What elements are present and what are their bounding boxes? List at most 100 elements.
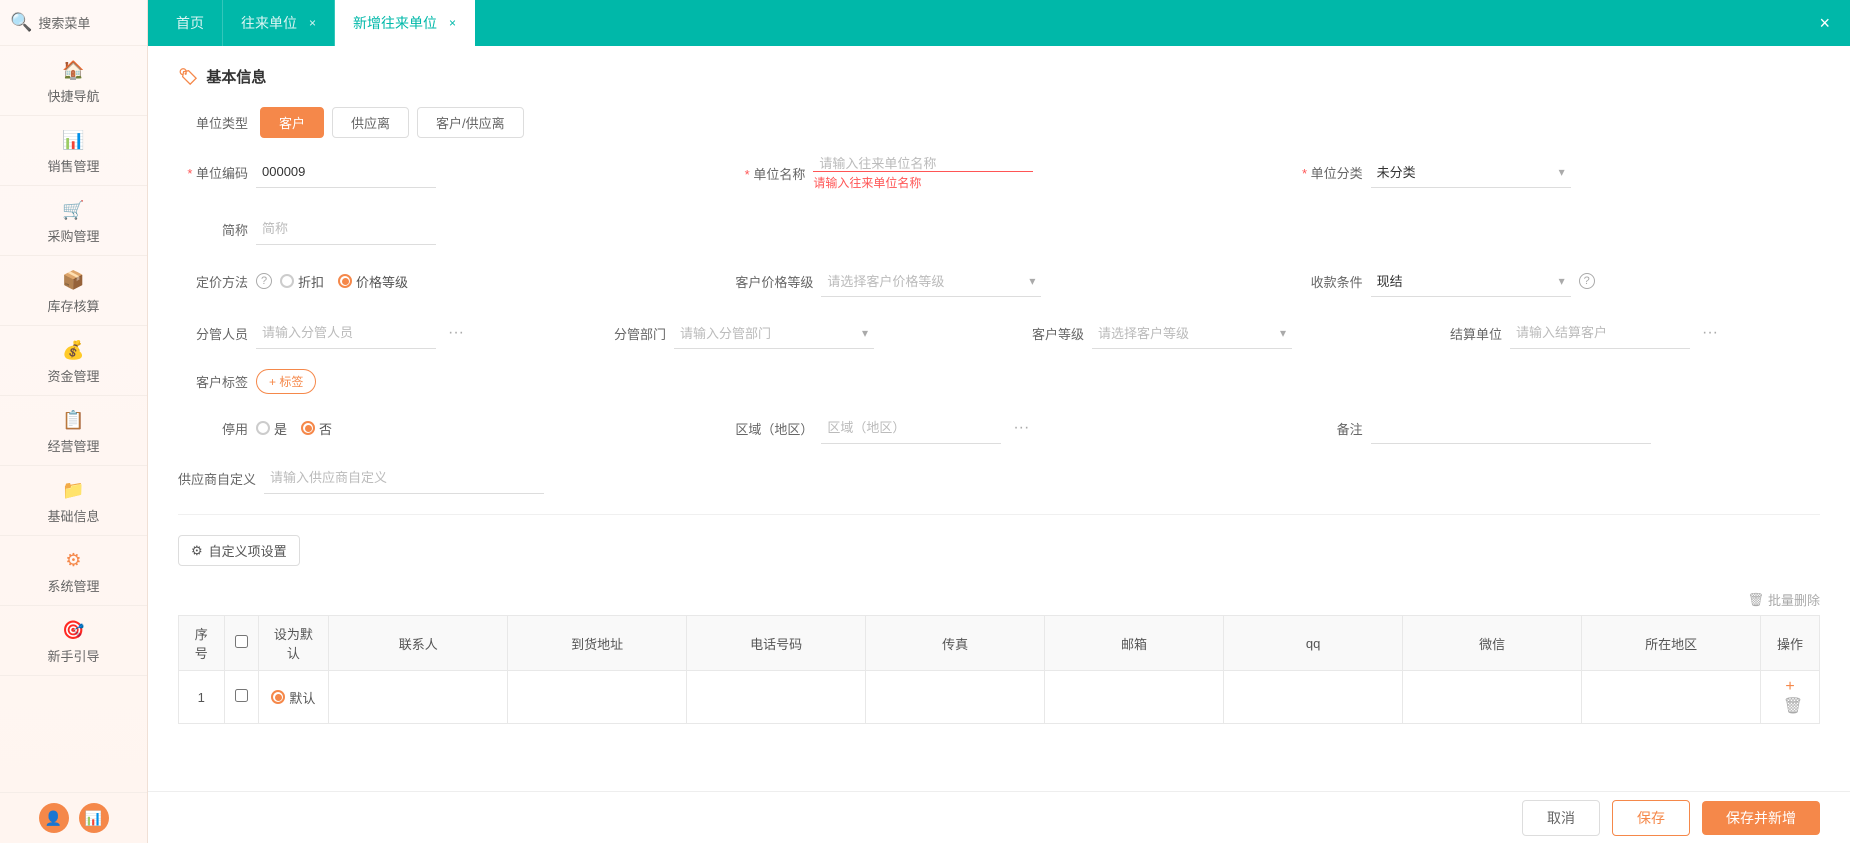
radio-disabled-yes-circle [256,421,270,435]
sidebar-item-sales[interactable]: 📊 销售管理 [0,116,147,186]
cell-phone[interactable] [687,671,866,724]
cell-contact[interactable] [329,671,508,724]
sidebar-item-operation[interactable]: 📋 经营管理 [0,396,147,466]
unit-code-input[interactable] [256,156,436,188]
type-btn-customer[interactable]: 客户 [260,107,324,138]
row-del-btn[interactable]: 🗑 [1783,698,1803,715]
settlement-label: 结算单位 [1432,324,1502,343]
unit-category-label: 单位分类 [1293,163,1363,182]
radio-discount[interactable]: 折扣 [280,272,324,291]
sidebar-item-basic[interactable]: 📁 基础信息 [0,466,147,536]
address-input[interactable] [518,690,676,705]
tab-bar-close-btn[interactable]: × [1809,13,1840,34]
sidebar-bottom-icon-2[interactable]: 📊 [79,803,109,833]
save-button[interactable]: 保存 [1612,800,1690,836]
region-more-btn[interactable]: ··· [1009,419,1033,437]
unit-type-field: 单位类型 客户 供应离 客户/供应离 [178,107,1820,138]
sidebar-item-finance[interactable]: 💰 资金管理 [0,326,147,396]
region-table-input[interactable] [1592,690,1750,705]
cancel-button[interactable]: 取消 [1522,800,1600,836]
unit-name-wrapper: 请输入往来单位名称 [813,156,1262,191]
sidebar-item-guide[interactable]: 🎯 新手引导 [0,606,147,676]
cell-address[interactable] [508,671,687,724]
quick-nav-icon: 🏠 [62,58,86,82]
type-btn-both[interactable]: 客户/供应离 [417,107,524,138]
radio-price-level-label: 价格等级 [356,272,408,291]
custom-settings-btn[interactable]: ⚙ 自定义项设置 [178,535,300,566]
settlement-input[interactable] [1510,317,1690,349]
batch-delete-icon: 🗑 [1747,592,1764,608]
contact-input[interactable] [339,690,497,705]
tab-new-partner[interactable]: 新增往来单位 × [335,0,475,46]
save-new-button[interactable]: 保存并新增 [1702,801,1820,835]
short-name-input[interactable] [256,213,436,245]
col-contact: 联系人 [329,616,508,671]
supplier-custom-input[interactable] [264,462,544,494]
disabled-label: 停用 [178,419,248,438]
remark-input[interactable] [1371,412,1651,444]
sidebar-bottom-icon-1[interactable]: 👤 [39,803,69,833]
pricing-help-icon[interactable]: ? [256,273,272,289]
cell-wechat[interactable] [1403,671,1582,724]
manager-more-btn[interactable]: ··· [444,324,468,342]
customer-price-select[interactable]: 请选择客户价格等级 ▾ [821,265,1041,297]
manager-input[interactable] [256,317,436,349]
batch-delete-label[interactable]: 批量删除 [1768,590,1820,609]
custom-settings-label: 自定义项设置 [209,541,287,560]
disabled-radio-group: 是 否 [256,419,332,438]
tag-add-btn[interactable]: + 标签 [256,369,316,394]
sidebar-item-inventory[interactable]: 📦 库存核算 [0,256,147,326]
row-default-radio[interactable]: 默认 [269,688,319,707]
code-name-row: 单位编码 单位名称 请输入往来单位名称 单位分类 未分类 ▾ [178,156,1820,191]
type-btn-supplier[interactable]: 供应离 [332,107,409,138]
customer-level-field: 客户等级 请选择客户等级 ▾ [1014,317,1402,349]
footer: 取消 保存 保存并新增 [148,791,1850,843]
qq-input[interactable] [1234,690,1392,705]
region-input[interactable] [821,412,1001,444]
row-add-btn[interactable]: + [1785,678,1794,695]
tab-bar: 首页 往来单位 × 新增往来单位 × × [148,0,1850,46]
tab-new-partner-close[interactable]: × [449,16,456,30]
sidebar-item-system[interactable]: ⚙ 系统管理 [0,536,147,606]
purchase-icon: 🛒 [62,198,86,222]
table-select-all[interactable] [235,635,248,648]
radio-price-level[interactable]: 价格等级 [338,272,408,291]
sidebar-item-purchase[interactable]: 🛒 采购管理 [0,186,147,256]
search-menu[interactable]: 🔍 搜索菜单 [0,0,147,46]
tab-home[interactable]: 首页 [158,0,223,46]
phone-input[interactable] [697,690,855,705]
email-input[interactable] [1055,690,1213,705]
operation-icon: 📋 [62,408,86,432]
fax-input[interactable] [876,690,1034,705]
unit-name-field: 单位名称 请输入往来单位名称 [735,156,1262,191]
payment-help-icon[interactable]: ? [1579,273,1595,289]
payment-select[interactable]: 现结 ▾ [1371,265,1571,297]
row-checkbox[interactable] [235,689,248,702]
cell-region[interactable] [1582,671,1761,724]
radio-disabled-yes[interactable]: 是 [256,419,287,438]
dept-select[interactable]: 请输入分管部门 ▾ [674,317,874,349]
pricing-radio-group: 折扣 价格等级 [280,272,408,291]
wechat-input[interactable] [1413,690,1571,705]
settlement-more-btn[interactable]: ··· [1698,324,1722,342]
col-phone: 电话号码 [687,616,866,671]
customer-level-select[interactable]: 请选择客户等级 ▾ [1092,317,1292,349]
region-field: 区域（地区） ··· [735,412,1262,444]
cell-email[interactable] [1045,671,1224,724]
cell-qq[interactable] [1224,671,1403,724]
radio-disabled-no[interactable]: 否 [301,419,332,438]
guide-icon: 🎯 [62,618,86,642]
section-title-text: 基本信息 [206,66,266,87]
col-email: 邮箱 [1045,616,1224,671]
sidebar-item-quick-nav[interactable]: 🏠 快捷导航 [0,46,147,116]
pricing-row: 定价方法 ? 折扣 价格等级 客户价格等级 请选择客户价格等级 [178,265,1820,297]
radio-disabled-no-label: 否 [319,419,332,438]
unit-category-select[interactable]: 未分类 ▾ [1371,156,1571,188]
unit-name-input[interactable] [813,156,1033,172]
sidebar-item-label: 新手引导 [47,646,99,665]
cell-fax[interactable] [866,671,1045,724]
tab-partners-close[interactable]: × [309,16,316,30]
tab-partners[interactable]: 往来单位 × [223,0,335,46]
remark-label: 备注 [1293,419,1363,438]
supplier-custom-field: 供应商自定义 [178,462,1820,494]
